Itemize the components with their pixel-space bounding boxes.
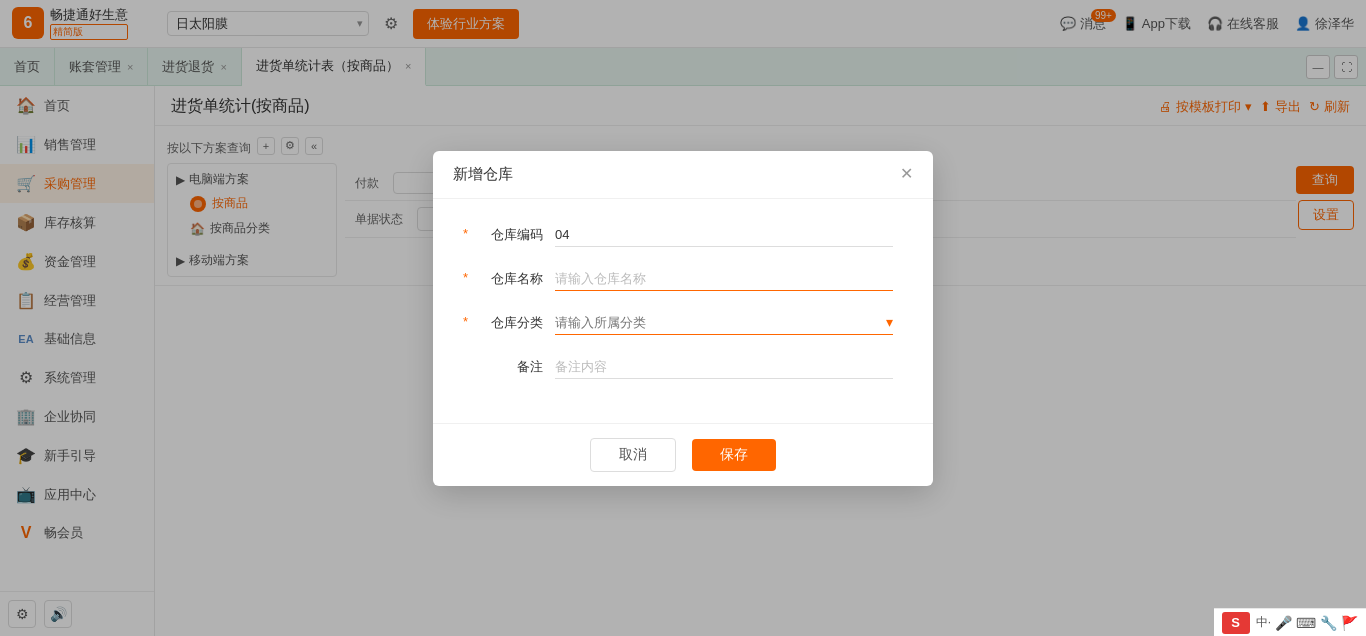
chinese-icon: 中· [1256,614,1271,631]
tools-icon: 🔧 [1320,615,1337,631]
name-input[interactable] [555,267,893,291]
mic-icon: 🎤 [1275,615,1292,631]
modal-body: 仓库编码 仓库名称 仓库分类 ▾ 备注 [433,199,933,423]
bottom-s-bar: S 中· 🎤 ⌨ 🔧 🚩 [1214,608,1366,636]
form-row-name: 仓库名称 [473,267,893,291]
keyboard-icon: ⌨ [1296,615,1316,631]
modal-new-warehouse: 新增仓库 ✕ 仓库编码 仓库名称 仓库分类 ▾ 备注 [433,151,933,486]
modal-title: 新增仓库 [453,165,513,184]
modal-overlay[interactable]: 新增仓库 ✕ 仓库编码 仓库名称 仓库分类 ▾ 备注 [0,0,1366,636]
remark-label: 备注 [473,358,543,376]
form-row-category: 仓库分类 ▾ [473,311,893,335]
cancel-button[interactable]: 取消 [590,438,676,472]
category-label: 仓库分类 [473,314,543,332]
modal-close-button[interactable]: ✕ [900,166,913,182]
code-input[interactable] [555,223,893,247]
remark-input[interactable] [555,355,893,379]
category-select-wrap: ▾ [555,311,893,335]
category-dropdown-icon[interactable]: ▾ [886,314,893,330]
flag-icon: 🚩 [1341,615,1358,631]
code-label: 仓库编码 [473,226,543,244]
modal-header: 新增仓库 ✕ [433,151,933,199]
modal-footer: 取消 保存 [433,423,933,486]
form-row-code: 仓库编码 [473,223,893,247]
category-input[interactable] [555,311,886,334]
save-button[interactable]: 保存 [692,439,776,471]
name-label: 仓库名称 [473,270,543,288]
form-row-remark: 备注 [473,355,893,379]
s-logo: S [1222,612,1250,634]
